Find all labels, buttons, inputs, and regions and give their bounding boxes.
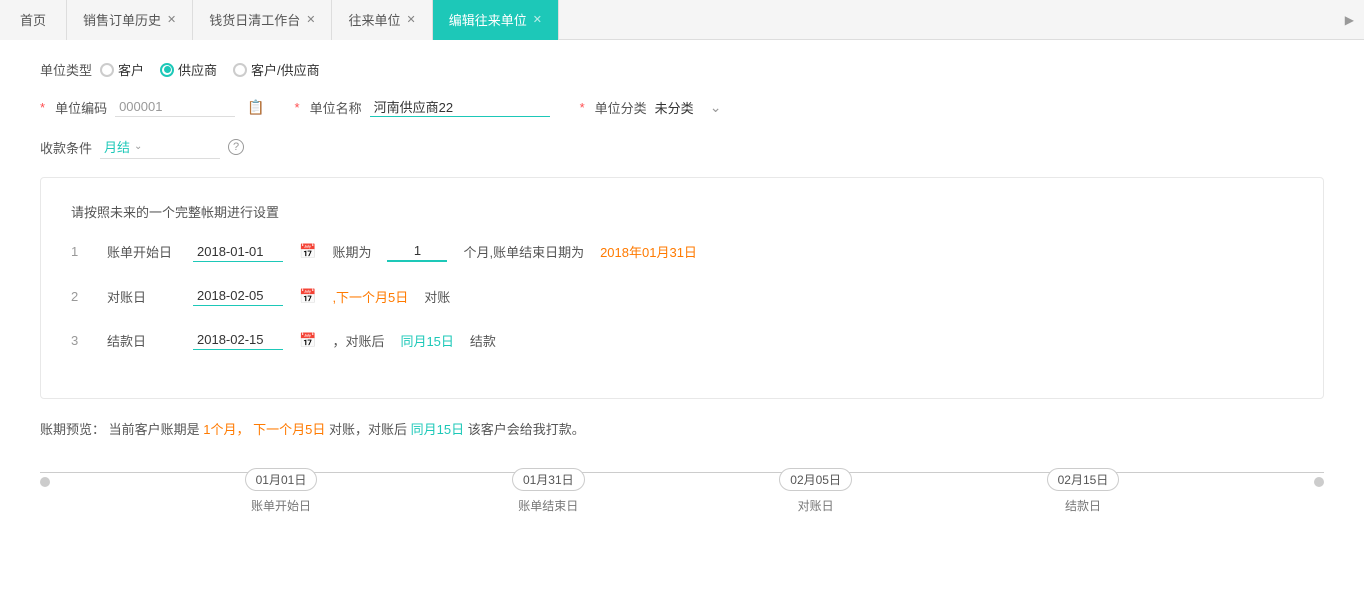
radio-label-supplier: 供应商	[178, 60, 217, 79]
timeline-node-1: 01月31日 账单结束日	[512, 468, 585, 514]
row-num-3: 3	[71, 333, 91, 348]
timeline-node-2: 02月05日 对账日	[779, 468, 852, 514]
select-arrow-icon: ⌄	[134, 141, 142, 152]
row-label-3: 结款日	[107, 331, 177, 350]
tabs-bar: 首页 销售订单历史 ✕ 钱货日清工作台 ✕ 往来单位 ✕ 编辑往来单位 ✕ ▶	[0, 0, 1364, 40]
unit-code-input[interactable]	[115, 97, 235, 117]
start-date-input[interactable]	[193, 242, 283, 262]
section-hint: 请按照未来的一个完整帐期进行设置	[71, 202, 1293, 221]
row-num-2: 2	[71, 289, 91, 304]
timeline-node-3: 02月15日 结款日	[1047, 468, 1120, 514]
timeline-label-3: 结款日	[1065, 497, 1101, 514]
timeline-end-dot	[1314, 477, 1324, 487]
timeline-start-dot	[40, 477, 50, 487]
unit-code-group: * 单位编码 📋	[40, 97, 265, 117]
payment-condition-row: 收款条件 月结 ⌄ ?	[40, 135, 1324, 159]
timeline-items: 01月01日 账单开始日 01月31日 账单结束日 02月05日 对账日 02月…	[40, 468, 1324, 514]
timeline-node-0: 01月01日 账单开始日	[245, 468, 318, 514]
unit-category-value: 未分类	[655, 98, 694, 117]
tab-cash-work[interactable]: 钱货日清工作台 ✕	[193, 0, 332, 40]
preview-text-3: 对账，对账后	[329, 422, 407, 437]
unit-info-row: * 单位编码 📋 * 单位名称 * 单位分类 未分类 ⌄	[40, 97, 1324, 117]
unit-category-label: 单位分类	[595, 98, 647, 117]
timeline-label-1: 账单结束日	[518, 497, 578, 514]
radio-circle-both	[233, 63, 247, 77]
preview-text: 账期预览： 当前客户账期是 1个月， 下一个月5日 对账，对账后 同月15日 该…	[40, 419, 1324, 438]
tab-home[interactable]: 首页	[0, 0, 67, 40]
preview-text-2: 下一个月5日	[253, 422, 325, 437]
timeline: 01月01日 账单开始日 01月31日 账单结束日 02月05日 对账日 02月…	[40, 458, 1324, 524]
row-label-1: 账单开始日	[107, 242, 177, 261]
end-date-highlight: 2018年01月31日	[600, 242, 697, 261]
radio-customer[interactable]: 客户	[100, 60, 144, 79]
timeline-label-2: 对账日	[798, 497, 834, 514]
period-desc-suffix: 个月,账单结束日期为	[463, 242, 584, 261]
unit-name-label: 单位名称	[310, 98, 362, 117]
tab-arrow[interactable]: ▶	[1335, 13, 1364, 27]
preview-text-4: 该客户会给我打款。	[468, 422, 585, 437]
unit-type-group: 单位类型 客户 供应商 客户/供应商	[40, 60, 320, 79]
payment-condition-label: 收款条件	[40, 138, 92, 157]
period-desc-prefix: 账期为	[332, 242, 371, 261]
radio-label-both: 客户/供应商	[251, 60, 320, 79]
unit-category-group: * 单位分类 未分类 ⌄	[580, 98, 722, 117]
timeline-badge-2: 02月05日	[779, 468, 852, 491]
close-icon[interactable]: ✕	[306, 13, 315, 26]
payment-desc-prefix: ，对账后	[332, 331, 384, 350]
timeline-badge-0: 01月01日	[245, 468, 318, 491]
unit-name-input[interactable]	[370, 97, 550, 117]
payment-date-input[interactable]	[193, 330, 283, 350]
radio-circle-customer	[100, 63, 114, 77]
radio-group: 客户 供应商 客户/供应商	[100, 60, 320, 79]
tab-edit-partner[interactable]: 编辑往来单位 ✕	[433, 0, 559, 40]
payment-highlight: 同月15日	[400, 331, 453, 350]
required-star-code: *	[40, 100, 45, 115]
radio-supplier[interactable]: 供应商	[160, 60, 217, 79]
preview-highlight1: 1个月，	[203, 422, 249, 437]
category-dropdown-icon[interactable]: ⌄	[710, 99, 722, 116]
close-icon[interactable]: ✕	[533, 13, 542, 26]
unit-type-row: 单位类型 客户 供应商 客户/供应商	[40, 60, 1324, 79]
main-content: 单位类型 客户 供应商 客户/供应商 * 单位编码	[0, 40, 1364, 608]
close-icon[interactable]: ✕	[167, 13, 176, 26]
timeline-badge-3: 02月15日	[1047, 468, 1120, 491]
reconcile-suffix: 对账	[424, 287, 450, 306]
reconcile-calendar-icon[interactable]: 📅	[299, 288, 316, 305]
setting-row-1: 1 账单开始日 📅 账期为 个月,账单结束日期为 2018年01月31日	[71, 241, 1293, 262]
required-star-cat: *	[580, 100, 585, 115]
copy-icon[interactable]: 📋	[247, 99, 264, 116]
start-date-calendar-icon[interactable]: 📅	[299, 243, 316, 260]
preview-highlight2: 同月15日	[411, 422, 464, 437]
payment-condition-select[interactable]: 月结 ⌄	[100, 135, 220, 159]
preview-text-1: 当前客户账期是	[109, 422, 200, 437]
tab-partner[interactable]: 往来单位 ✕	[332, 0, 432, 40]
timeline-badge-1: 01月31日	[512, 468, 585, 491]
period-input[interactable]	[387, 241, 447, 262]
unit-type-label: 单位类型	[40, 60, 92, 79]
setting-row-3: 3 结款日 📅 ，对账后 同月15日 结款	[71, 330, 1293, 350]
radio-circle-supplier	[160, 63, 174, 77]
payment-condition-group: 收款条件 月结 ⌄ ?	[40, 135, 244, 159]
unit-name-group: * 单位名称	[295, 97, 550, 117]
payment-calendar-icon[interactable]: 📅	[299, 332, 316, 349]
timeline-label-0: 账单开始日	[251, 497, 311, 514]
required-star-name: *	[295, 100, 300, 115]
reconcile-highlight: ,下一个月5日	[332, 287, 408, 306]
tab-sales-history[interactable]: 销售订单历史 ✕	[67, 0, 193, 40]
close-icon[interactable]: ✕	[407, 13, 416, 26]
preview-label: 账期预览：	[40, 422, 105, 437]
radio-label-customer: 客户	[118, 60, 144, 79]
info-icon[interactable]: ?	[228, 139, 244, 155]
setting-row-2: 2 对账日 📅 ,下一个月5日 对账	[71, 286, 1293, 306]
row-label-2: 对账日	[107, 287, 177, 306]
payment-condition-value: 月结	[104, 137, 130, 156]
unit-code-label: 单位编码	[55, 98, 107, 117]
preview-section: 账期预览： 当前客户账期是 1个月， 下一个月5日 对账，对账后 同月15日 该…	[40, 419, 1324, 544]
reconcile-date-input[interactable]	[193, 286, 283, 306]
payment-suffix: 结款	[470, 331, 496, 350]
radio-both[interactable]: 客户/供应商	[233, 60, 320, 79]
row-num-1: 1	[71, 244, 91, 259]
settings-section: 请按照未来的一个完整帐期进行设置 1 账单开始日 📅 账期为 个月,账单结束日期…	[40, 177, 1324, 399]
